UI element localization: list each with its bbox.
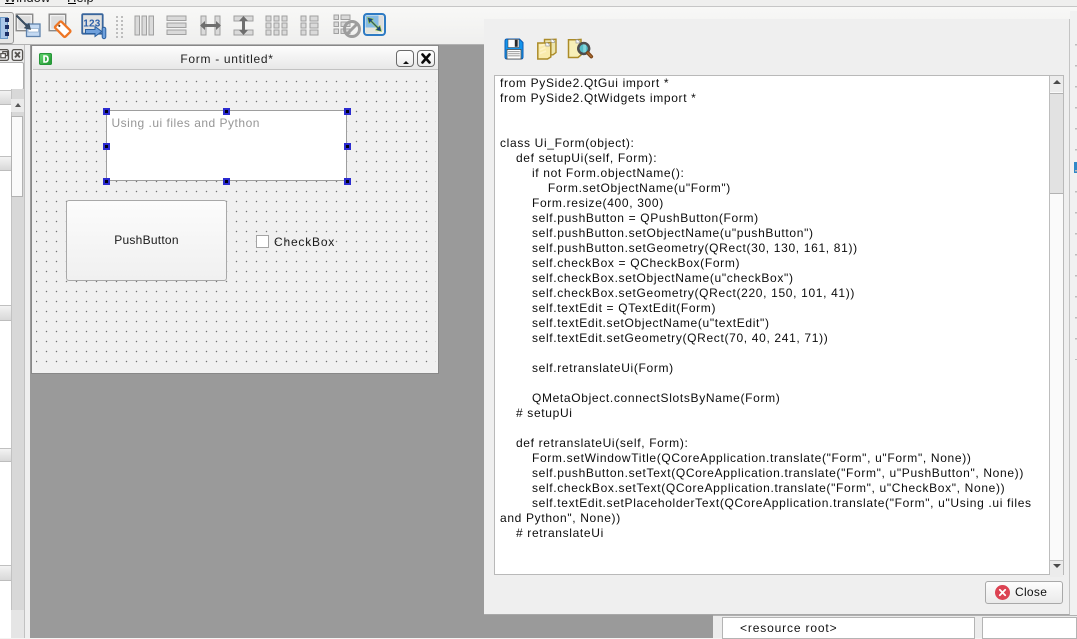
svg-text:123: 123 [83,18,101,29]
